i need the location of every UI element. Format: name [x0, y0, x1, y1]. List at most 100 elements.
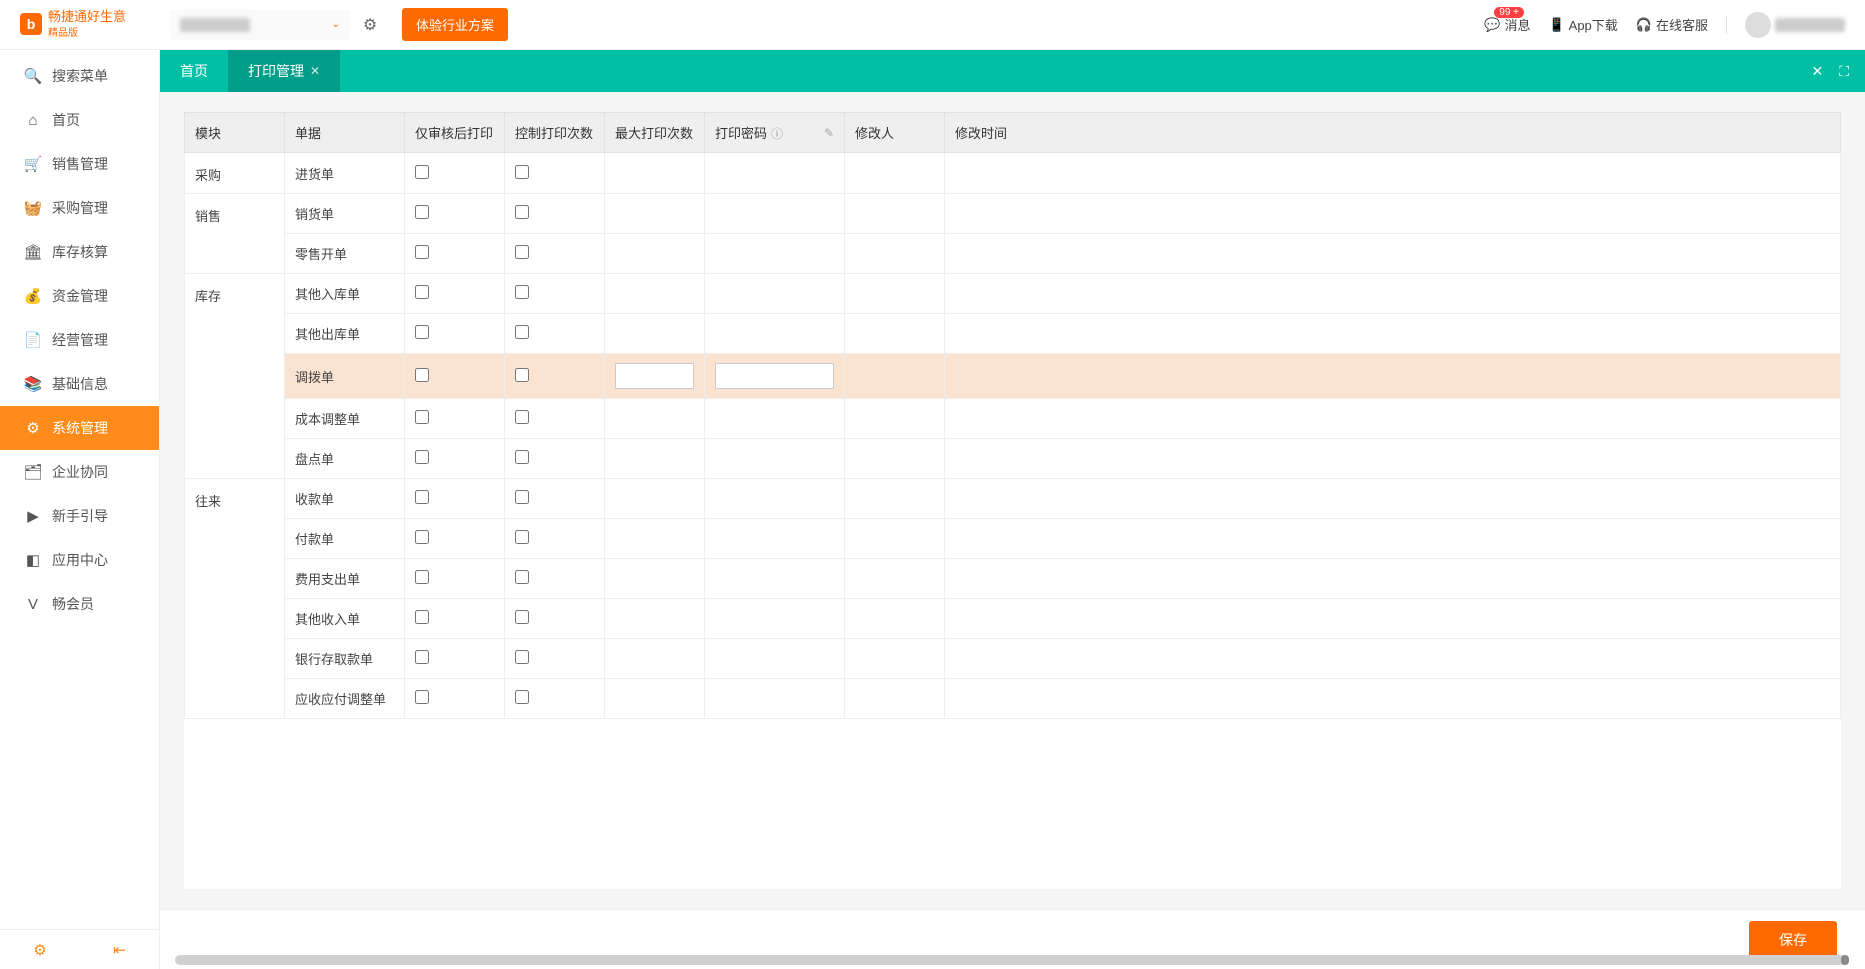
audit-only-checkbox[interactable]: [415, 450, 429, 464]
table-row[interactable]: 其他收入单: [185, 599, 1841, 639]
nav-purchase[interactable]: 🧺采购管理: [0, 186, 159, 230]
max-cell: [605, 639, 705, 679]
nav-system[interactable]: ⚙系统管理: [0, 406, 159, 450]
nav-collab[interactable]: 🗂企业协同: [0, 450, 159, 494]
limit-checkbox[interactable]: [515, 325, 529, 339]
mod-time-cell: [945, 679, 1841, 719]
limit-checkbox[interactable]: [515, 690, 529, 704]
settings-icon[interactable]: ⚙: [358, 13, 382, 37]
fullscreen-icon[interactable]: ⛶: [1839, 63, 1849, 80]
nav-operate[interactable]: 📄经营管理: [0, 318, 159, 362]
mod-time-cell: [945, 519, 1841, 559]
app-download-button[interactable]: 📱 App下载: [1548, 15, 1617, 34]
nav-operate-icon: 📄: [24, 331, 42, 349]
limit-checkbox[interactable]: [515, 410, 529, 424]
password-cell: [705, 153, 845, 194]
mod-time-cell: [945, 479, 1841, 519]
doc-cell: 盘点单: [285, 439, 405, 479]
audit-only-checkbox[interactable]: [415, 368, 429, 382]
nav-vip[interactable]: V畅会员: [0, 582, 159, 626]
limit-checkbox[interactable]: [515, 570, 529, 584]
nav-inventory[interactable]: 🏛库存核算: [0, 230, 159, 274]
audit-only-checkbox[interactable]: [415, 570, 429, 584]
company-dropdown[interactable]: ⌄: [170, 10, 350, 40]
modifier-cell: [845, 479, 945, 519]
table-row[interactable]: 往来收款单: [185, 479, 1841, 519]
audit-only-checkbox[interactable]: [415, 650, 429, 664]
password-input[interactable]: [715, 363, 834, 389]
doc-cell: 付款单: [285, 519, 405, 559]
table-row[interactable]: 采购进货单: [185, 153, 1841, 194]
limit-cell: [505, 194, 605, 234]
audit-only-checkbox[interactable]: [415, 165, 429, 179]
limit-checkbox[interactable]: [515, 490, 529, 504]
audit-only-checkbox[interactable]: [415, 325, 429, 339]
online-service-button[interactable]: 🎧 在线客服: [1636, 15, 1708, 34]
nav-apps[interactable]: ◧应用中心: [0, 538, 159, 582]
try-industry-button[interactable]: 体验行业方案: [402, 8, 508, 41]
limit-checkbox[interactable]: [515, 165, 529, 179]
help-icon[interactable]: ⓘ: [771, 127, 783, 141]
audit-only-checkbox[interactable]: [415, 245, 429, 259]
table-row[interactable]: 库存其他入库单: [185, 274, 1841, 314]
tab-打印管理[interactable]: 打印管理✕: [228, 50, 340, 92]
online-service-label: 在线客服: [1656, 15, 1708, 34]
limit-checkbox[interactable]: [515, 245, 529, 259]
nav-sales[interactable]: 🛒销售管理: [0, 142, 159, 186]
limit-checkbox[interactable]: [515, 285, 529, 299]
table-row[interactable]: 调拨单: [185, 354, 1841, 399]
password-cell: [705, 314, 845, 354]
doc-cell: 进货单: [285, 153, 405, 194]
nav-search[interactable]: 🔍搜索菜单: [0, 54, 159, 98]
modifier-cell: [845, 679, 945, 719]
table-row[interactable]: 付款单: [185, 519, 1841, 559]
table-row[interactable]: 费用支出单: [185, 559, 1841, 599]
audit-only-checkbox[interactable]: [415, 610, 429, 624]
close-icon[interactable]: ✕: [310, 64, 320, 78]
limit-checkbox[interactable]: [515, 368, 529, 382]
table-row[interactable]: 销售销货单: [185, 194, 1841, 234]
mod-time-cell: [945, 559, 1841, 599]
table-row[interactable]: 应收应付调整单: [185, 679, 1841, 719]
save-button[interactable]: 保存: [1749, 921, 1837, 959]
nav-apps-icon: ◧: [24, 551, 42, 569]
table-row[interactable]: 成本调整单: [185, 399, 1841, 439]
audit-only-checkbox[interactable]: [415, 490, 429, 504]
horizontal-scrollbar[interactable]: [175, 955, 1849, 965]
edit-column-icon[interactable]: ✎: [824, 126, 834, 140]
password-cell: [705, 599, 845, 639]
table-row[interactable]: 零售开单: [185, 234, 1841, 274]
tab-首页[interactable]: 首页: [160, 50, 228, 92]
password-cell: [705, 234, 845, 274]
password-cell: [705, 479, 845, 519]
limit-checkbox[interactable]: [515, 610, 529, 624]
settings-gear-icon[interactable]: ⚙: [33, 941, 46, 959]
audit-only-checkbox[interactable]: [415, 410, 429, 424]
limit-checkbox[interactable]: [515, 450, 529, 464]
nav-basic-icon: 📚: [24, 375, 42, 393]
audit-only-checkbox[interactable]: [415, 205, 429, 219]
limit-checkbox[interactable]: [515, 205, 529, 219]
nav-funds[interactable]: 💰资金管理: [0, 274, 159, 318]
limit-checkbox[interactable]: [515, 530, 529, 544]
max-input[interactable]: [615, 363, 694, 389]
mod-time-cell: [945, 194, 1841, 234]
close-all-tabs-icon[interactable]: ✕: [1811, 63, 1823, 80]
audit-only-checkbox[interactable]: [415, 285, 429, 299]
audit-only-checkbox[interactable]: [415, 530, 429, 544]
user-menu[interactable]: [1745, 12, 1845, 38]
nav-home[interactable]: ⌂首页: [0, 98, 159, 142]
table-row[interactable]: 其他出库单: [185, 314, 1841, 354]
limit-cell: [505, 479, 605, 519]
table-row[interactable]: 盘点单: [185, 439, 1841, 479]
nav-guide[interactable]: ▶新手引导: [0, 494, 159, 538]
limit-checkbox[interactable]: [515, 650, 529, 664]
max-cell: [605, 439, 705, 479]
nav-purchase-icon: 🧺: [24, 199, 42, 217]
nav-basic[interactable]: 📚基础信息: [0, 362, 159, 406]
company-selector: ⌄ ⚙ 体验行业方案: [170, 8, 508, 41]
messages-button[interactable]: 💬 消息 99 +: [1484, 15, 1530, 34]
table-row[interactable]: 银行存取款单: [185, 639, 1841, 679]
collapse-icon[interactable]: ⇤: [113, 941, 126, 959]
audit-only-checkbox[interactable]: [415, 690, 429, 704]
